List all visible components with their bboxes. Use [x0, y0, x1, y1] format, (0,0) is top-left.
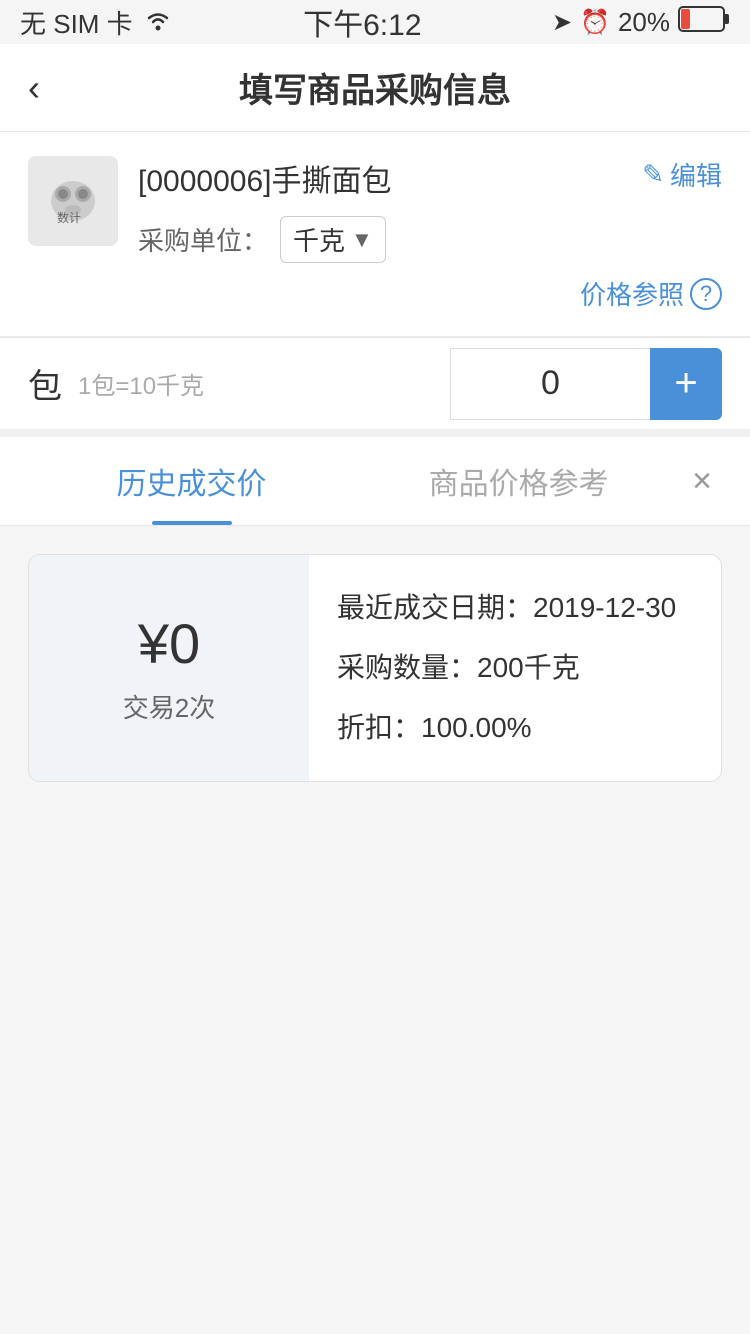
recent-date-value: 2019-12-30	[533, 592, 676, 623]
quantity-plus-button[interactable]: +	[650, 348, 722, 420]
edit-label: 编辑	[670, 156, 722, 193]
recent-date-label: 最近成交日期：	[337, 592, 533, 623]
tab-active-indicator	[152, 521, 232, 525]
status-bar: 无 SIM 卡 下午6:12 ➤ ⏰ 20%	[0, 0, 750, 44]
tab-row: 历史成交价 商品价格参考 ×	[0, 437, 750, 525]
tab-product-label: 商品价格参考	[429, 459, 609, 503]
purchase-qty-row: 采购数量：200千克	[337, 647, 693, 689]
battery-percent: 20%	[618, 7, 670, 38]
purchase-qty-value: 200千克	[477, 652, 580, 683]
wifi-icon	[143, 7, 173, 38]
price-card: ¥0 交易2次 最近成交日期：2019-12-30 采购数量：200千克 折扣：…	[28, 554, 722, 782]
product-info: [0000006]手撕面包 采购单位： 千克 ▼	[138, 156, 642, 263]
price-amount: ¥0	[138, 611, 200, 676]
quantity-value: 0	[541, 364, 560, 403]
back-button[interactable]: ‹	[28, 67, 40, 109]
alarm-icon: ⏰	[580, 8, 610, 37]
quantity-label-group: 包 1包=10千克	[28, 359, 204, 408]
unit-hint: 1包=10千克	[78, 366, 204, 401]
question-icon: ?	[690, 278, 722, 310]
price-ref-button[interactable]: 价格参照 ?	[580, 275, 722, 312]
page-title: 填写商品采购信息	[239, 63, 511, 112]
discount-value: 100.00%	[421, 712, 532, 743]
unit-char: 包	[28, 359, 62, 408]
status-time: 下午6:12	[303, 0, 421, 44]
product-name: [0000006]手撕面包	[138, 156, 642, 200]
tab-section: 历史成交价 商品价格参考 ×	[0, 437, 750, 526]
status-right: ➤ ⏰ 20%	[552, 6, 730, 39]
product-left: 数计 [0000006]手撕面包 采购单位： 千克 ▼	[28, 156, 642, 263]
unit-value: 千克	[293, 221, 345, 258]
dropdown-arrow-icon: ▼	[351, 227, 373, 253]
product-header: 数计 [0000006]手撕面包 采购单位： 千克 ▼ ✎ 编辑	[28, 156, 722, 263]
nav-bar: ‹ 填写商品采购信息	[0, 44, 750, 132]
quantity-input-group: 0 +	[450, 348, 722, 420]
recent-date-row: 最近成交日期：2019-12-30	[337, 587, 693, 629]
battery-icon	[678, 6, 730, 39]
quantity-input[interactable]: 0	[450, 348, 650, 420]
tab-history-price[interactable]: 历史成交价	[28, 437, 355, 525]
discount-label: 折扣：	[337, 712, 421, 743]
price-value: 0	[169, 612, 200, 675]
product-logo: 数计	[28, 156, 118, 246]
content-area: ¥0 交易2次 最近成交日期：2019-12-30 采购数量：200千克 折扣：…	[0, 526, 750, 1026]
purchase-qty-label: 采购数量：	[337, 652, 477, 683]
price-right-panel: 最近成交日期：2019-12-30 采购数量：200千克 折扣：100.00%	[309, 555, 721, 781]
signal-text: 无 SIM 卡	[20, 4, 133, 41]
tab-product-price-ref[interactable]: 商品价格参考	[355, 437, 682, 525]
price-ref-label: 价格参照	[580, 275, 684, 312]
unit-label: 采购单位：	[138, 221, 268, 258]
edit-icon: ✎	[642, 159, 664, 190]
product-unit-row: 采购单位： 千克 ▼	[138, 216, 642, 263]
quantity-section: 包 1包=10千克 0 +	[0, 337, 750, 437]
currency-symbol: ¥	[138, 612, 169, 675]
svg-text:数计: 数计	[57, 210, 81, 225]
product-card: 数计 [0000006]手撕面包 采购单位： 千克 ▼ ✎ 编辑 价格参照	[0, 132, 750, 337]
price-left-panel: ¥0 交易2次	[29, 555, 309, 781]
location-icon: ➤	[552, 8, 572, 37]
tab-close-button[interactable]: ×	[682, 462, 722, 501]
product-footer: 价格参照 ?	[28, 275, 722, 312]
unit-select[interactable]: 千克 ▼	[280, 216, 386, 263]
discount-row: 折扣：100.00%	[337, 707, 693, 749]
tab-history-label: 历史成交价	[117, 459, 267, 503]
price-transactions: 交易2次	[123, 688, 215, 725]
status-left: 无 SIM 卡	[20, 4, 173, 41]
edit-button[interactable]: ✎ 编辑	[642, 156, 722, 193]
